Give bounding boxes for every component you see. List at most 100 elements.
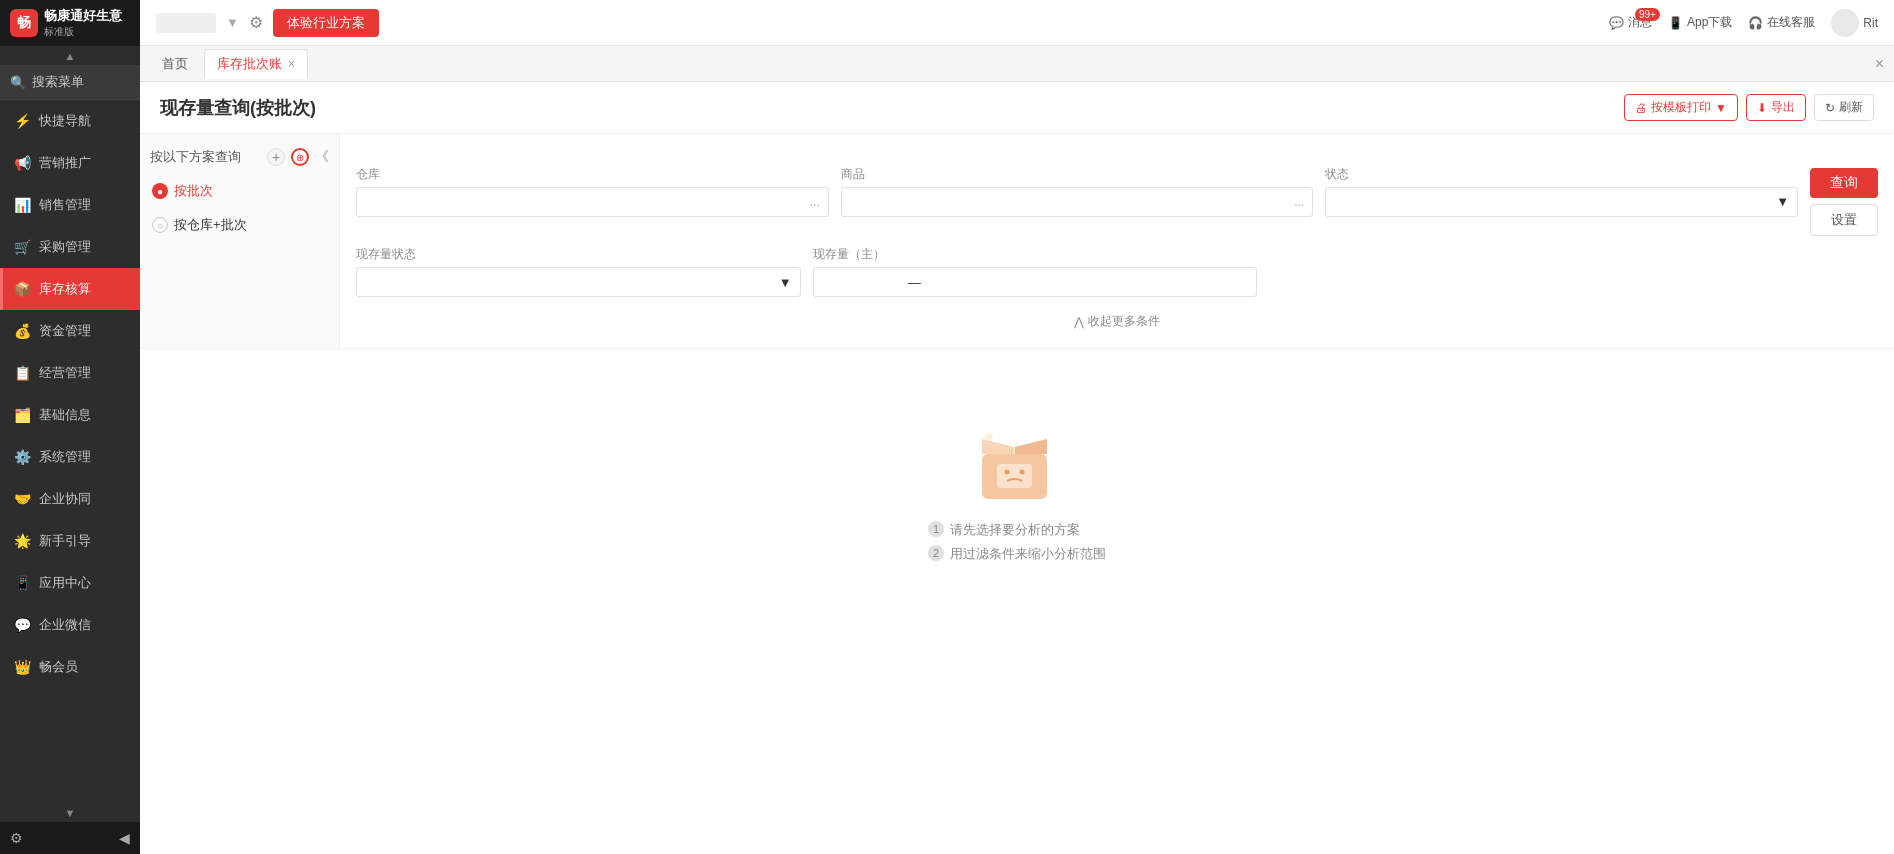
user-name: Rit [1863, 16, 1878, 30]
template-print-label: 按模板打印 [1651, 99, 1711, 116]
scheme-header-label: 按以下方案查询 [150, 148, 241, 166]
close-all-tabs-icon[interactable]: × [1875, 55, 1884, 73]
sidebar-item-wechat[interactable]: 💬 企业微信 [0, 604, 140, 646]
svg-rect-1 [997, 464, 1032, 488]
online-service-item[interactable]: 🎧 在线客服 [1748, 14, 1815, 31]
status-dropdown-icon: ▼ [1776, 194, 1789, 209]
hint-text-1: 请先选择要分析的方案 [950, 521, 1080, 539]
sidebar-item-appcenter[interactable]: 📱 应用中心 [0, 562, 140, 604]
inventory-qty-to[interactable] [927, 275, 1007, 290]
scheme-dot-active: ● [152, 183, 168, 199]
warehouse-input-wrap[interactable]: ... [356, 187, 829, 217]
sidebar-item-member[interactable]: 👑 畅会员 [0, 646, 140, 688]
phone-icon: 📱 [1668, 16, 1683, 30]
sidebar-item-shortcuts[interactable]: ⚡ 快捷导航 [0, 100, 140, 142]
sidebar-item-enterprise[interactable]: 🤝 企业协同 [0, 478, 140, 520]
filter-row-1: 仓库 ... 商品 ... [356, 146, 1878, 236]
status-select[interactable]: ▼ [1325, 187, 1798, 217]
app-subtitle: 标准版 [44, 25, 122, 39]
scheme-sidebar-header: 按以下方案查询 + ⊕ 《 [140, 144, 339, 174]
basics-icon: 🗂️ [13, 407, 31, 423]
gear-icon[interactable]: ⚙ [249, 13, 263, 32]
sidebar-item-operations[interactable]: 📋 经营管理 [0, 352, 140, 394]
marketing-icon: 📢 [13, 155, 31, 171]
collapse-sidebar-icon[interactable]: ◀ [119, 830, 130, 846]
online-service-label: 在线客服 [1767, 14, 1815, 31]
empty-svg [967, 409, 1067, 509]
newguide-icon: 🌟 [13, 533, 31, 549]
query-button[interactable]: 查询 [1810, 168, 1878, 198]
inventory-qty-from[interactable] [822, 275, 902, 290]
member-icon: 👑 [13, 659, 31, 675]
empty-hint-2: 2 用过滤条件来缩小分析范围 [928, 545, 1106, 563]
inventory-qty-range[interactable]: — [813, 267, 1258, 297]
status-field: 状态 ▼ [1325, 166, 1798, 217]
sidebar-search-label: 搜索菜单 [32, 73, 84, 91]
breadcrumb-input[interactable] [156, 13, 216, 33]
dropdown-chevron-icon[interactable]: ▼ [226, 15, 239, 30]
page-header-actions: 🖨 按模板打印 ▼ ⬇ 导出 ↻ 刷新 [1624, 94, 1874, 133]
message-item[interactable]: 💬 消息 99+ [1609, 14, 1652, 31]
nav-label: 快捷导航 [39, 112, 91, 130]
sidebar-scroll-down[interactable]: ▼ [0, 803, 140, 822]
tab-home-label: 首页 [162, 55, 188, 73]
sidebar-item-newguide[interactable]: 🌟 新手引导 [0, 520, 140, 562]
sidebar-item-system[interactable]: ⚙️ 系统管理 [0, 436, 140, 478]
range-dash: — [908, 275, 921, 290]
nav-label: 营销推广 [39, 154, 91, 172]
print-dropdown-icon[interactable]: ▼ [1715, 101, 1727, 115]
main-area: ▼ ⚙ 体验行业方案 💬 消息 99+ 📱 App下载 🎧 在线客服 Rit [140, 0, 1894, 854]
inventory-qty-label: 现存量（主） [813, 246, 1258, 263]
tab-inventory-batch[interactable]: 库存批次账 × [204, 49, 308, 79]
scheme-item-warehouse-batch[interactable]: ○ 按仓库+批次 [140, 208, 339, 242]
product-input-wrap[interactable]: ... [841, 187, 1314, 217]
nav-label: 采购管理 [39, 238, 91, 256]
sidebar-item-purchase[interactable]: 🛒 采购管理 [0, 226, 140, 268]
tab-bar: 首页 库存批次账 × × [140, 46, 1894, 82]
sidebar-item-inventory[interactable]: 📦 库存核算 [0, 268, 140, 310]
tab-close-icon[interactable]: × [288, 57, 295, 71]
trial-solution-button[interactable]: 体验行业方案 [273, 9, 379, 37]
product-input[interactable] [850, 194, 1295, 209]
message-badge: 99+ [1635, 8, 1660, 21]
hint-num-1: 1 [928, 521, 944, 537]
collapse-more-conditions[interactable]: ⋀ 收起更多条件 [356, 307, 1878, 336]
nav-label: 企业微信 [39, 616, 91, 634]
sidebar-scroll-up[interactable]: ▲ [0, 46, 140, 65]
nav-label: 销售管理 [39, 196, 91, 214]
settings-footer-icon[interactable]: ⚙ [10, 830, 23, 846]
tab-home[interactable]: 首页 [150, 49, 200, 79]
sidebar-footer: ⚙ ◀ [0, 822, 140, 854]
user-avatar [1831, 9, 1859, 37]
inventory-status-select[interactable]: ▼ [356, 267, 801, 297]
export-button[interactable]: ⬇ 导出 [1746, 94, 1806, 121]
appcenter-icon: 📱 [13, 575, 31, 591]
sidebar-item-sales[interactable]: 📊 销售管理 [0, 184, 140, 226]
sidebar-item-marketing[interactable]: 📢 营销推广 [0, 142, 140, 184]
system-icon: ⚙️ [13, 449, 31, 465]
sidebar-item-finance[interactable]: 💰 资金管理 [0, 310, 140, 352]
sidebar-search[interactable]: 🔍 搜索菜单 [0, 65, 140, 100]
app-download-item[interactable]: 📱 App下载 [1668, 14, 1732, 31]
export-icon: ⬇ [1757, 101, 1767, 115]
scheme-item-batch[interactable]: ● 按批次 [140, 174, 339, 208]
setting-button[interactable]: 设置 [1810, 204, 1878, 236]
sidebar-item-basics[interactable]: 🗂️ 基础信息 [0, 394, 140, 436]
nav-label: 经营管理 [39, 364, 91, 382]
shortcuts-icon: ⚡ [13, 113, 31, 129]
warehouse-more-icon[interactable]: ... [810, 195, 820, 209]
scheme-settings-icon[interactable]: ⊕ [291, 148, 309, 166]
refresh-button[interactable]: ↻ 刷新 [1814, 94, 1874, 121]
empty-state: 1 请先选择要分析的方案 2 用过滤条件来缩小分析范围 [140, 349, 1894, 629]
template-print-button[interactable]: 🖨 按模板打印 ▼ [1624, 94, 1738, 121]
refresh-label: 刷新 [1839, 99, 1863, 116]
scheme-warehouse-batch-label: 按仓库+批次 [174, 216, 247, 234]
app-title: 畅康通好生意 [44, 7, 122, 25]
scheme-collapse-icon[interactable]: 《 [315, 148, 329, 166]
product-more-icon[interactable]: ... [1294, 195, 1304, 209]
user-menu[interactable]: Rit [1831, 9, 1878, 37]
message-icon: 💬 [1609, 16, 1624, 30]
empty-hints: 1 请先选择要分析的方案 2 用过滤条件来缩小分析范围 [928, 521, 1106, 569]
add-scheme-icon[interactable]: + [267, 148, 285, 166]
warehouse-input[interactable] [365, 194, 810, 209]
